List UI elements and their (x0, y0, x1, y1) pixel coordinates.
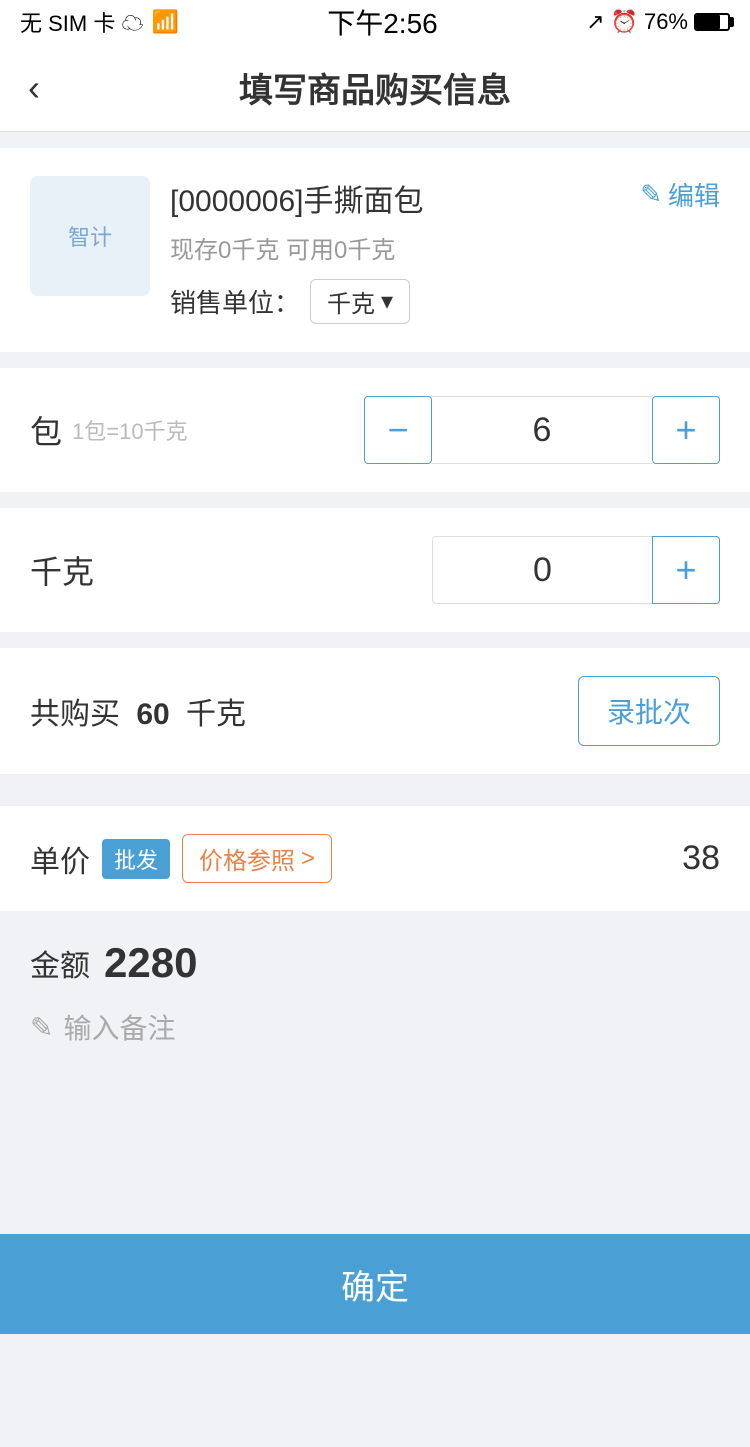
page-title: 填写商品购买信息 (239, 63, 511, 112)
qty-bao-label: 包 (30, 407, 62, 453)
nav-bar: ‹ 填写商品购买信息 (0, 44, 750, 132)
location-icon: ↗ (586, 9, 604, 35)
total-value: 60 (136, 698, 169, 731)
back-button[interactable]: ‹ (28, 67, 40, 109)
price-label: 单价 (30, 837, 90, 881)
unit-label: 销售单位： (170, 283, 300, 320)
remark-row[interactable]: ✎ 输入备注 (30, 1007, 720, 1047)
quantity-kg-row: 千克 + (0, 508, 750, 632)
remark-text: 输入备注 (63, 1007, 175, 1047)
unit-value: 千克 (327, 284, 375, 319)
amount-section: 金额 2280 ✎ 输入备注 (0, 911, 750, 1047)
product-unit-row: 销售单位： 千克 ▾ (170, 279, 720, 324)
confirm-button[interactable]: 确定 (0, 1234, 750, 1334)
dropdown-icon: ▾ (381, 287, 393, 316)
price-ref-button[interactable]: 价格参照 > (182, 834, 332, 883)
wifi-icon: 📶 (151, 9, 178, 35)
qty-bao-controls: − + (364, 396, 720, 464)
edit-button[interactable]: ✎ 编辑 (640, 176, 720, 213)
amount-label: 金额 (30, 941, 90, 985)
quantity-bao-row: 包 1包=10千克 − + (0, 368, 750, 492)
price-section: 单价 批发 价格参照 > 38 (0, 806, 750, 911)
total-text: 共购买 60 千克 (30, 689, 246, 733)
edit-label: 编辑 (668, 176, 720, 213)
price-left: 单价 批发 价格参照 > (30, 834, 332, 883)
product-info: [0000006]手撕面包 现存0千克 可用0千克 销售单位： 千克 ▾ (170, 176, 720, 324)
price-value: 38 (682, 839, 720, 878)
price-tag: 批发 (102, 839, 170, 879)
product-card: 智计 [0000006]手撕面包 现存0千克 可用0千克 销售单位： 千克 ▾ … (0, 148, 750, 352)
total-section: 共购买 60 千克 录批次 (0, 648, 750, 774)
status-time: 下午2:56 (327, 2, 438, 42)
product-name: [0000006]手撕面包 (170, 176, 720, 220)
qty-kg-label: 千克 (30, 547, 94, 593)
status-left: 无 SIM 卡 ☁ 📶 (20, 6, 179, 38)
qty-kg-input[interactable] (432, 536, 652, 604)
qty-bao-decrement[interactable]: − (364, 396, 432, 464)
price-row: 单价 批发 价格参照 > 38 (30, 834, 720, 883)
status-bar: 无 SIM 卡 ☁ 📶 下午2:56 ↗ ⏰ 76% (0, 0, 750, 44)
quantity-kg-section: 千克 + (0, 508, 750, 632)
amount-row: 金额 2280 (30, 939, 720, 987)
product-image: 智计 (30, 176, 150, 296)
price-ref-arrow: > (301, 845, 315, 873)
divider (0, 774, 750, 790)
batch-button[interactable]: 录批次 (578, 676, 720, 746)
edit-icon: ✎ (640, 179, 662, 210)
product-stock: 现存0千克 可用0千克 (170, 230, 720, 265)
qty-bao-hint: 1包=10千克 (72, 414, 364, 446)
no-sim-label: 无 SIM 卡 ☁ (20, 6, 143, 38)
remark-icon: ✎ (30, 1011, 53, 1044)
unit-select[interactable]: 千克 ▾ (310, 279, 410, 324)
price-ref-label: 价格参照 (199, 841, 295, 876)
qty-kg-increment[interactable]: + (652, 536, 720, 604)
qty-kg-controls: + (432, 536, 720, 604)
battery-icon (694, 13, 730, 31)
product-logo: 智计 (68, 220, 112, 252)
status-right: ↗ ⏰ 76% (586, 9, 730, 35)
quantity-bao-section: 包 1包=10千克 − + (0, 368, 750, 492)
amount-value: 2280 (104, 939, 197, 987)
alarm-icon: ⏰ (611, 9, 638, 35)
qty-bao-increment[interactable]: + (652, 396, 720, 464)
qty-bao-input[interactable] (432, 396, 652, 464)
battery-percent: 76% (644, 9, 688, 35)
